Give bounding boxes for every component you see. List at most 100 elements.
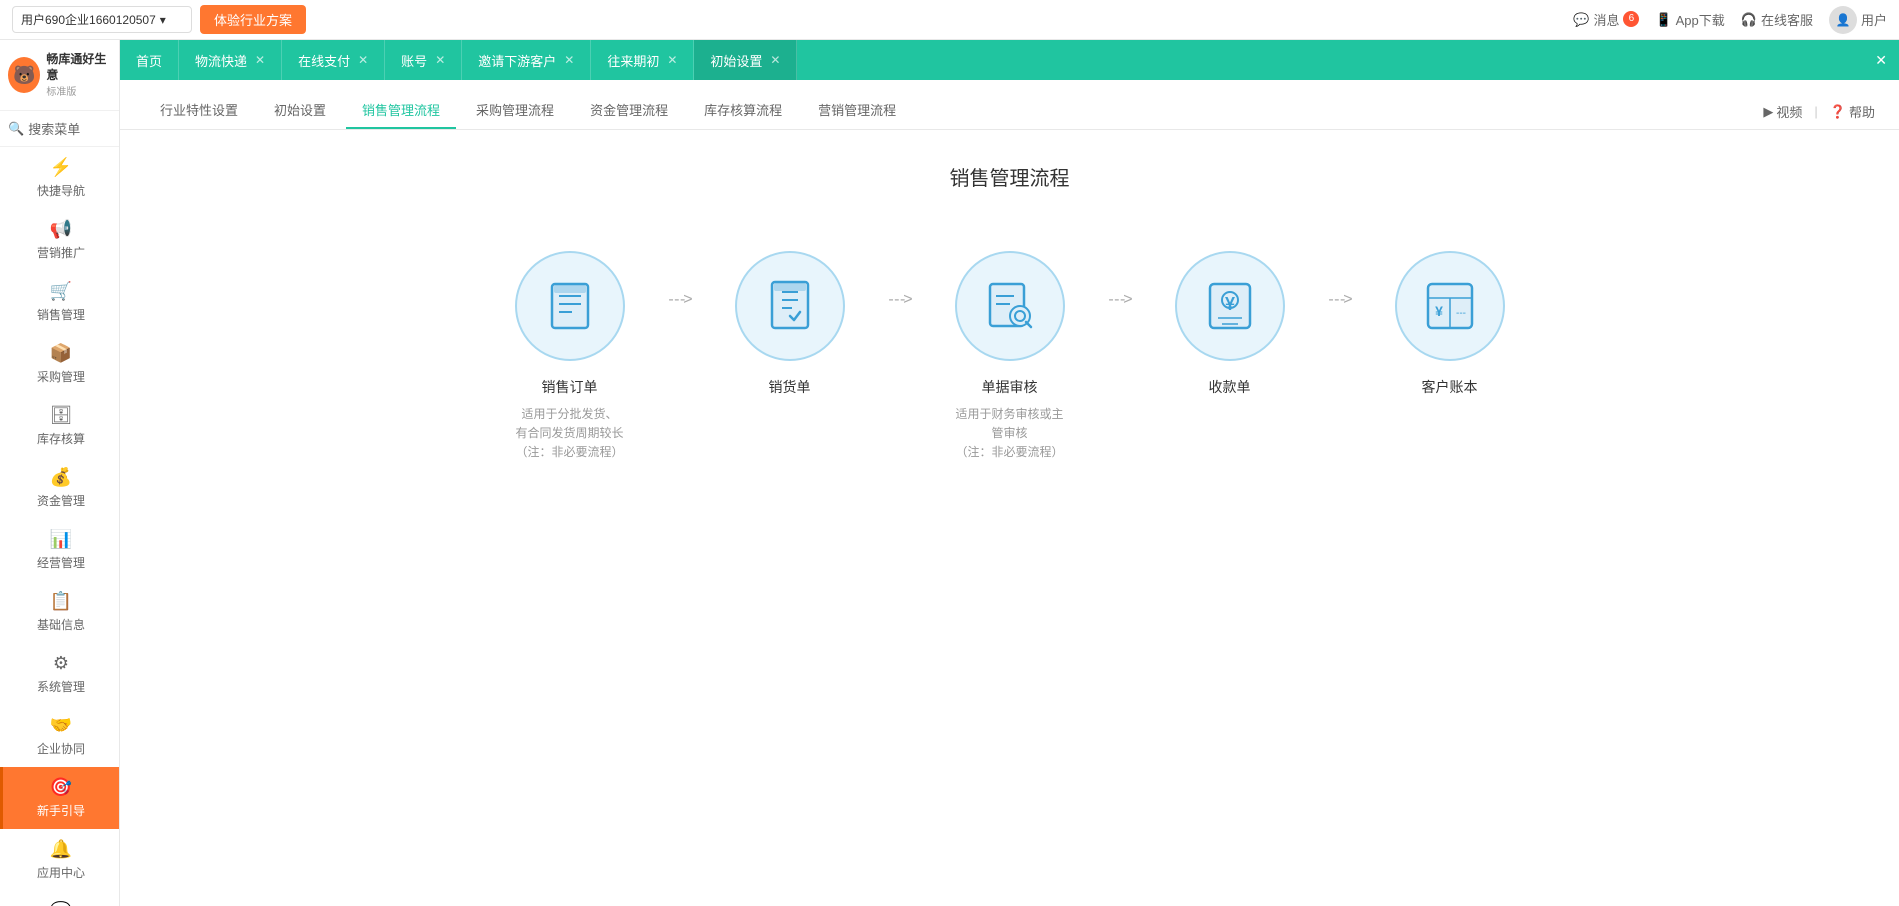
sidebar-item-label: 企业协同 [37, 740, 85, 757]
sidebar-items: ⚡ 快捷导航 📢营销推广 🛒 销售管理 📦 采购管理 🗄库存核算💰资金管理📊经营管理📋基础信息… [0, 147, 119, 906]
tab-close-payment[interactable]: ✕ [358, 53, 368, 67]
video-icon: ▶ [1763, 104, 1773, 120]
nav-tab-init[interactable]: 初始设置 ✕ [694, 40, 797, 80]
headset-icon: 🎧 [1741, 12, 1757, 28]
tab-close-invite[interactable]: ✕ [564, 53, 574, 67]
experience-button[interactable]: 体验行业方案 [200, 5, 306, 34]
sidebar-item-label: 采购管理 [37, 368, 85, 385]
flow-item-review: 单据审核 适用于财务审核或主管审核（注：非必要流程） [930, 251, 1090, 463]
basic-info-icon: 📋 [50, 591, 72, 612]
sidebar-item-label: 应用中心 [37, 864, 85, 881]
sub-tab-purchase-flow[interactable]: 采购管理流程 [460, 92, 570, 129]
user-label: 用户690企业1660120507 [21, 11, 156, 28]
main-content: 首页物流快递✕在线支付✕账号✕邀请下游客户✕往来期初✕初始设置✕ ✕ 行业特性设… [120, 40, 1899, 906]
sidebar-item-cooperation[interactable]: 🤝 企业协同 [0, 705, 119, 767]
flow-item-sales-order: 销售订单 适用于分批发货、有合同发货周期较长（注：非必要流程） [490, 251, 650, 463]
tab-close-history[interactable]: ✕ [667, 53, 677, 67]
sidebar-item-app-center[interactable]: 🔔 应用中心 [0, 829, 119, 891]
sidebar-item-operation[interactable]: 📊经营管理 [0, 519, 119, 581]
sub-tab-industry[interactable]: 行业特性设置 [144, 92, 254, 129]
sidebar-item-basic-info[interactable]: 📋基础信息 [0, 581, 119, 643]
search-menu-item[interactable]: 🔍 搜索菜单 [0, 111, 119, 147]
nav-tab-history[interactable]: 往来期初✕ [591, 40, 694, 80]
search-icon: 🔍 [8, 121, 24, 137]
sidebar-item-label: 快捷导航 [37, 182, 85, 199]
sales-icon: 🛒 [50, 281, 72, 302]
flow-circle-sales-order [515, 251, 625, 361]
nav-tab-payment[interactable]: 在线支付 ✕ [282, 40, 385, 80]
app-download-label: App下载 [1676, 10, 1725, 29]
sub-tab-marketing-flow[interactable]: 营销管理流程 [802, 92, 912, 129]
video-label: 视频 [1776, 102, 1802, 121]
sub-tab-finance-flow[interactable]: 资金管理流程 [574, 92, 684, 129]
message-item[interactable]: 💬 消息 6 [1573, 10, 1639, 29]
sidebar-item-marketing[interactable]: 📢营销推广 [0, 209, 119, 271]
nav-tab-home[interactable]: 首页 [120, 40, 179, 80]
flow-circle-receipt: ¥ [1175, 251, 1285, 361]
sub-tab-init[interactable]: 初始设置 [258, 92, 342, 129]
flow-arrow-0: - - -> [650, 291, 710, 309]
sidebar-item-label: 系统管理 [37, 678, 85, 695]
chevron-down-icon: ▾ [160, 13, 166, 27]
sidebar: 🐻 畅库通好生意 标准版 🔍 搜索菜单 ⚡ 快捷导航 📢营销推广 🛒 销售管理 📦 采购管理… [0, 40, 120, 906]
video-link[interactable]: ▶ 视频 [1763, 102, 1802, 121]
message-badge: 6 [1623, 11, 1639, 27]
help-label: 帮助 [1849, 102, 1875, 121]
user-avatar-item[interactable]: 👤 用户 [1829, 6, 1887, 34]
nav-tab-label: 初始设置 [710, 51, 762, 70]
user-selector[interactable]: 用户690企业1660120507 ▾ [12, 6, 192, 33]
nav-tab-label: 账号 [401, 51, 427, 70]
nav-tab-invite[interactable]: 邀请下游客户✕ [462, 40, 591, 80]
avatar: 👤 [1829, 6, 1857, 34]
username-label: 用户 [1861, 10, 1887, 29]
quick-nav-icon: ⚡ [50, 157, 72, 178]
message-icon: 💬 [1573, 12, 1589, 28]
cooperation-icon: 🤝 [50, 715, 72, 736]
purchase-icon: 📦 [50, 343, 72, 364]
help-link[interactable]: ❓ 帮助 [1830, 102, 1875, 121]
sub-tab-sales-flow[interactable]: 销售管理流程 [346, 92, 456, 129]
nav-tab-label: 物流快递 [195, 51, 247, 70]
nav-tab-logistics[interactable]: 物流快递 ✕ [179, 40, 282, 80]
sidebar-item-sales[interactable]: 🛒 销售管理 [0, 271, 119, 333]
sub-tab-inventory-flow[interactable]: 库存核算流程 [688, 92, 798, 129]
online-service-item[interactable]: 🎧 在线客服 [1741, 10, 1813, 29]
logo-text: 畅库通好生意 [46, 52, 111, 83]
sidebar-item-finance[interactable]: 💰资金管理 [0, 457, 119, 519]
top-bar-right: 💬 消息 6 📱 App下载 🎧 在线客服 👤 用户 [1573, 6, 1887, 34]
tab-close-account[interactable]: ✕ [435, 53, 445, 67]
sidebar-item-purchase[interactable]: 📦 采购管理 [0, 333, 119, 395]
app-center-icon: 🔔 [50, 839, 72, 860]
inventory-icon: 🗄 [50, 405, 73, 426]
page-body: 销售管理流程 销售订单 适用于分批发货、有合同发货周期较长（注：非必要流程） -… [120, 130, 1899, 906]
flow-arrow-2: - - -> [1090, 291, 1150, 309]
sidebar-item-label: 销售管理 [37, 306, 85, 323]
sidebar-item-label: 经营管理 [37, 554, 85, 571]
tab-close-logistics[interactable]: ✕ [255, 53, 265, 67]
sidebar-logo: 🐻 畅库通好生意 标准版 [0, 40, 119, 111]
close-all-tabs-button[interactable]: ✕ [1863, 52, 1899, 69]
sidebar-item-wechat[interactable]: 💬企业微信 [0, 891, 119, 906]
top-bar-left: 用户690企业1660120507 ▾ 体验行业方案 [12, 5, 306, 34]
sidebar-item-inventory[interactable]: 🗄库存核算 [0, 395, 119, 457]
top-bar: 用户690企业1660120507 ▾ 体验行业方案 💬 消息 6 📱 App下… [0, 0, 1899, 40]
sub-tabs: 行业特性设置初始设置销售管理流程采购管理流程资金管理流程库存核算流程营销管理流程… [120, 80, 1899, 130]
help-icon: ❓ [1830, 104, 1846, 120]
nav-tab-account[interactable]: 账号 ✕ [385, 40, 462, 80]
sidebar-item-quick-nav[interactable]: ⚡ 快捷导航 [0, 147, 119, 209]
sidebar-item-system[interactable]: ⚙系统管理 [0, 643, 119, 705]
flow-name-review: 单据审核 [982, 377, 1038, 397]
flow-item-customer-ledger: ¥ --- 客户账本 [1370, 251, 1530, 405]
sidebar-item-label: 新手引导 [37, 802, 85, 819]
search-menu-label: 搜索菜单 [28, 119, 80, 138]
nav-tab-label: 在线支付 [298, 51, 350, 70]
mobile-icon: 📱 [1655, 12, 1671, 28]
flow-desc-review: 适用于财务审核或主管审核（注：非必要流程） [955, 405, 1063, 463]
flow-arrow-3: - - -> [1310, 291, 1370, 309]
logo-icon: 🐻 [8, 57, 40, 93]
app-download-item[interactable]: 📱 App下载 [1655, 10, 1724, 29]
sidebar-item-guide[interactable]: 🎯新手引导 [0, 767, 119, 829]
tab-close-init[interactable]: ✕ [770, 53, 780, 67]
nav-tabs: 首页物流快递✕在线支付✕账号✕邀请下游客户✕往来期初✕初始设置✕ ✕ [120, 40, 1899, 80]
flow-item-sales-invoice: 销货单 [710, 251, 870, 405]
